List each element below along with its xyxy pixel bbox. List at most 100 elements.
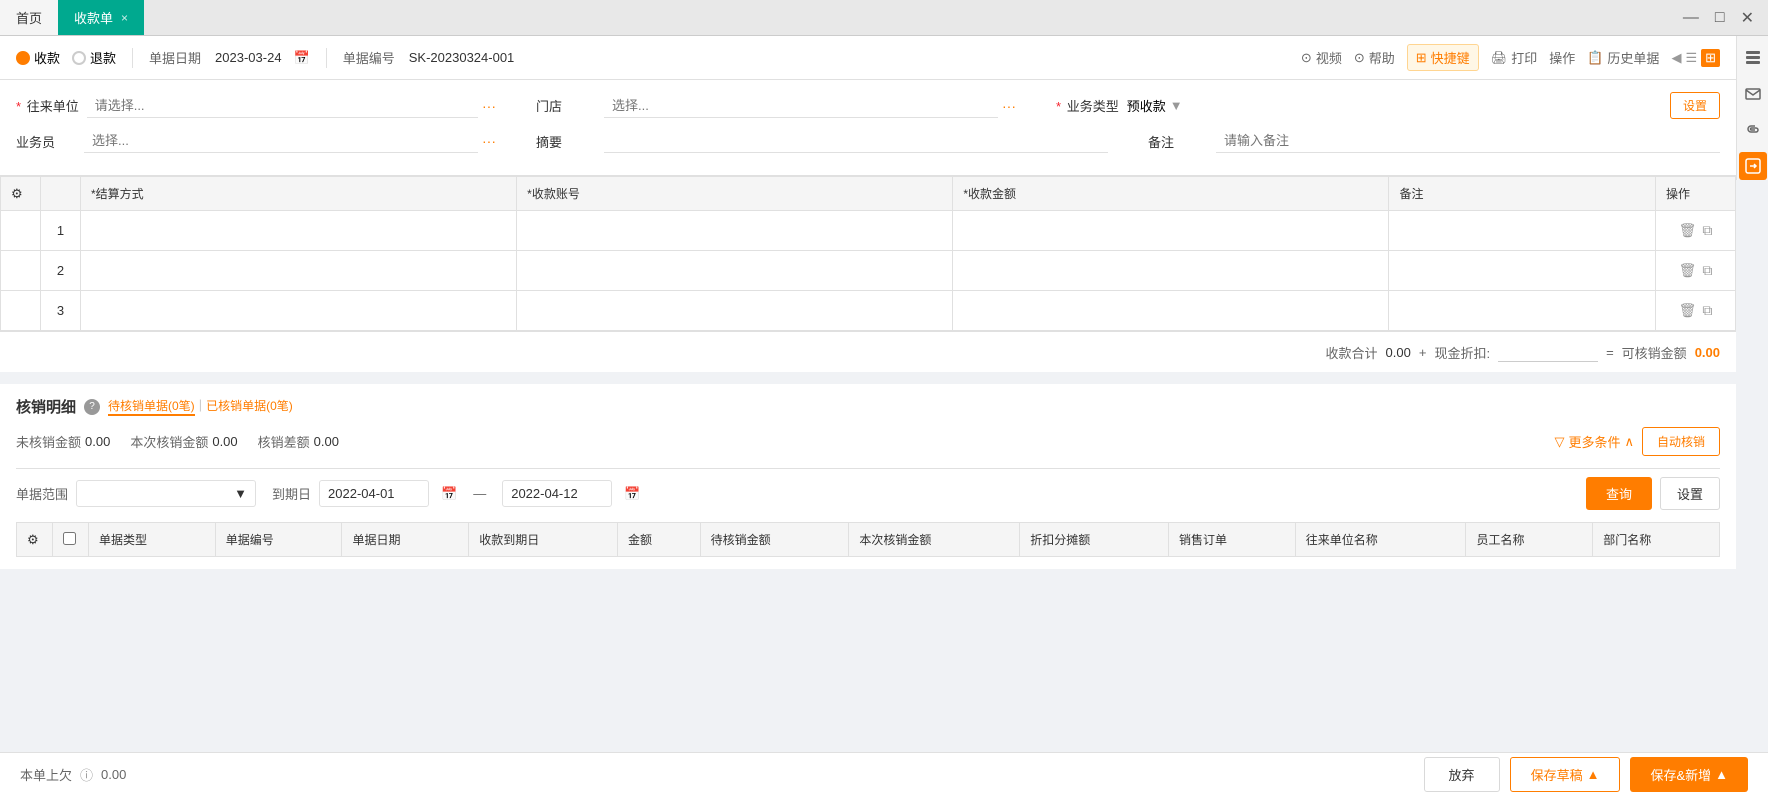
shortcut-btn[interactable]: ⊞ 快捷键 [1407,44,1479,71]
account-col-header: *收款账号 [517,177,953,211]
row3-copy-icon[interactable]: ⧉ [1702,302,1712,319]
radio-receipt[interactable]: 收款 [16,48,60,67]
more-conditions-btn[interactable]: ▽ 更多条件 ∧ [1554,432,1634,451]
remark-input[interactable] [1216,129,1720,153]
tab-receipt[interactable]: 收款单 × [58,0,144,35]
row3-remark[interactable] [1389,291,1656,331]
print-btn[interactable]: 🖨 打印 [1491,48,1538,67]
row3-settlement[interactable] [81,291,517,331]
tab-receipt-close[interactable]: × [121,11,128,25]
sidebar-table-icon[interactable] [1739,44,1767,72]
tab-home[interactable]: 首页 [0,0,58,35]
hexiao-tabs: 待核销单据(0笔) | 已核销单据(0笔) [108,397,293,416]
row2-actions: 🗑 ⧉ [1656,251,1736,291]
row2-account[interactable] [517,251,953,291]
row2-remark[interactable] [1389,251,1656,291]
range-select[interactable]: ▼ [76,480,256,507]
more-conditions-label: 更多条件 [1568,432,1620,451]
date-from-calendar-icon[interactable]: 📅 [441,486,457,502]
row1-settlement[interactable] [81,211,517,251]
minimize-button[interactable]: — [1677,9,1705,27]
footer-info-icon[interactable]: ⓘ [80,765,93,784]
toolbar-right-actions: ⊙ 视频 ⊙ 帮助 ⊞ 快捷键 🖨 打印 操作 📋 历史单据 ◀ ☰ ⊞ [1301,44,1720,71]
draft-btn[interactable]: 保存草稿 ▲ [1510,757,1621,792]
row3-settings [1,291,41,331]
bottom-settings-col[interactable]: ⚙ [17,523,53,557]
video-label: 视频 [1316,48,1342,67]
divider-1 [132,48,133,68]
row2-amount[interactable] [953,251,1389,291]
grid-icon[interactable]: ⊞ [1701,49,1720,67]
column-settings-icon[interactable]: ⚙ [11,186,23,201]
footer: 本单上欠 ⓘ 0.00 放弃 保存草稿 ▲ 保存&新增 ▲ [0,752,1768,796]
operation-btn[interactable]: 操作 [1549,48,1575,67]
store-more-btn[interactable]: ··· [1002,98,1016,114]
business-type-value: 预收款 [1127,96,1166,115]
sidebar-mail-icon[interactable] [1739,80,1767,108]
stat-diff: 核销差额 0.00 [258,432,339,451]
settings-col-header[interactable]: ⚙ [1,177,41,211]
bottom-settings-btn[interactable]: 设置 [1660,477,1720,510]
radio-dot-refund [72,51,86,65]
summary-row: 收款合计 0.00 + 现金折扣: = 可核销金额 0.00 [0,331,1736,372]
bottom-sales-order-col: 销售订单 [1168,523,1295,557]
select-all-checkbox[interactable] [63,532,76,545]
tab-done-link[interactable]: 已核销单据(0笔) [206,397,293,416]
hexiao-right-actions: ▽ 更多条件 ∧ 自动核销 [1554,427,1720,456]
date-from-input[interactable] [319,480,429,507]
row1-delete-icon[interactable]: 🗑 [1679,222,1697,239]
row3-delete-icon[interactable]: 🗑 [1679,302,1697,319]
sidebar-clip-icon[interactable] [1739,116,1767,144]
stat-diff-label: 核销差额 [258,432,310,451]
row1-account[interactable] [517,211,953,251]
row1-remark[interactable] [1389,211,1656,251]
save-new-btn[interactable]: 保存&新增 ▲ [1630,757,1748,792]
business-type-dropdown[interactable]: ▼ [1170,98,1183,113]
row2-copy-icon[interactable]: ⧉ [1702,262,1712,279]
row3-account[interactable] [517,291,953,331]
total-value: 0.00 [1386,345,1411,360]
stat-unverified-value: 0.00 [85,434,110,449]
close-button[interactable]: ✕ [1735,8,1760,28]
store-input[interactable] [604,94,998,118]
bottom-checkbox-col [53,523,89,557]
counterpart-more-btn[interactable]: ··· [482,98,496,114]
prev-icon[interactable]: ◀ [1671,50,1681,66]
abandon-btn[interactable]: 放弃 [1424,757,1500,792]
save-dropdown-icon[interactable]: ▲ [1715,767,1728,782]
salesperson-more-btn[interactable]: ··· [482,133,496,149]
summary-input[interactable] [604,129,1108,153]
row1-copy-icon[interactable]: ⧉ [1702,222,1712,239]
draft-dropdown-icon[interactable]: ▲ [1587,767,1600,782]
date-to-input[interactable] [502,480,612,507]
row3-amount[interactable] [953,291,1389,331]
sidebar-arrow-box-icon[interactable] [1739,152,1767,180]
table-row: 2 🗑 ⧉ [1,251,1736,291]
date-to-calendar-icon[interactable]: 📅 [624,486,640,502]
shortcut-label: 快捷键 [1431,48,1470,67]
query-btn[interactable]: 查询 [1586,477,1652,510]
salesperson-input[interactable] [84,129,478,153]
tab-pending-link[interactable]: 待核销单据(0笔) [108,397,195,416]
history-btn[interactable]: 📋 历史单据 [1587,48,1659,67]
row2-delete-icon[interactable]: 🗑 [1679,262,1697,279]
help-btn[interactable]: ⊙ 帮助 [1354,48,1395,67]
row1-amount[interactable] [953,211,1389,251]
auto-hexiao-btn[interactable]: 自动核销 [1642,427,1720,456]
counterpart-input[interactable] [87,94,478,118]
maximize-button[interactable]: □ [1709,9,1731,27]
hexiao-info-icon[interactable]: ? [84,399,100,415]
bottom-employee-col: 员工名称 [1466,523,1593,557]
date-calendar-icon[interactable]: 📅 [294,50,310,66]
radio-refund[interactable]: 退款 [72,48,116,67]
list-icon[interactable]: ☰ [1685,50,1697,66]
discount-input[interactable] [1498,342,1598,362]
plus-label: + [1419,345,1427,360]
video-btn[interactable]: ⊙ 视频 [1301,48,1342,67]
equals-label: = [1606,345,1614,360]
bottom-column-settings-icon[interactable]: ⚙ [27,532,39,547]
hexiao-title-text: 核销明细 [16,396,76,417]
row3-num: 3 [41,291,81,331]
form-settings-btn[interactable]: 设置 [1670,92,1720,119]
row2-settlement[interactable] [81,251,517,291]
